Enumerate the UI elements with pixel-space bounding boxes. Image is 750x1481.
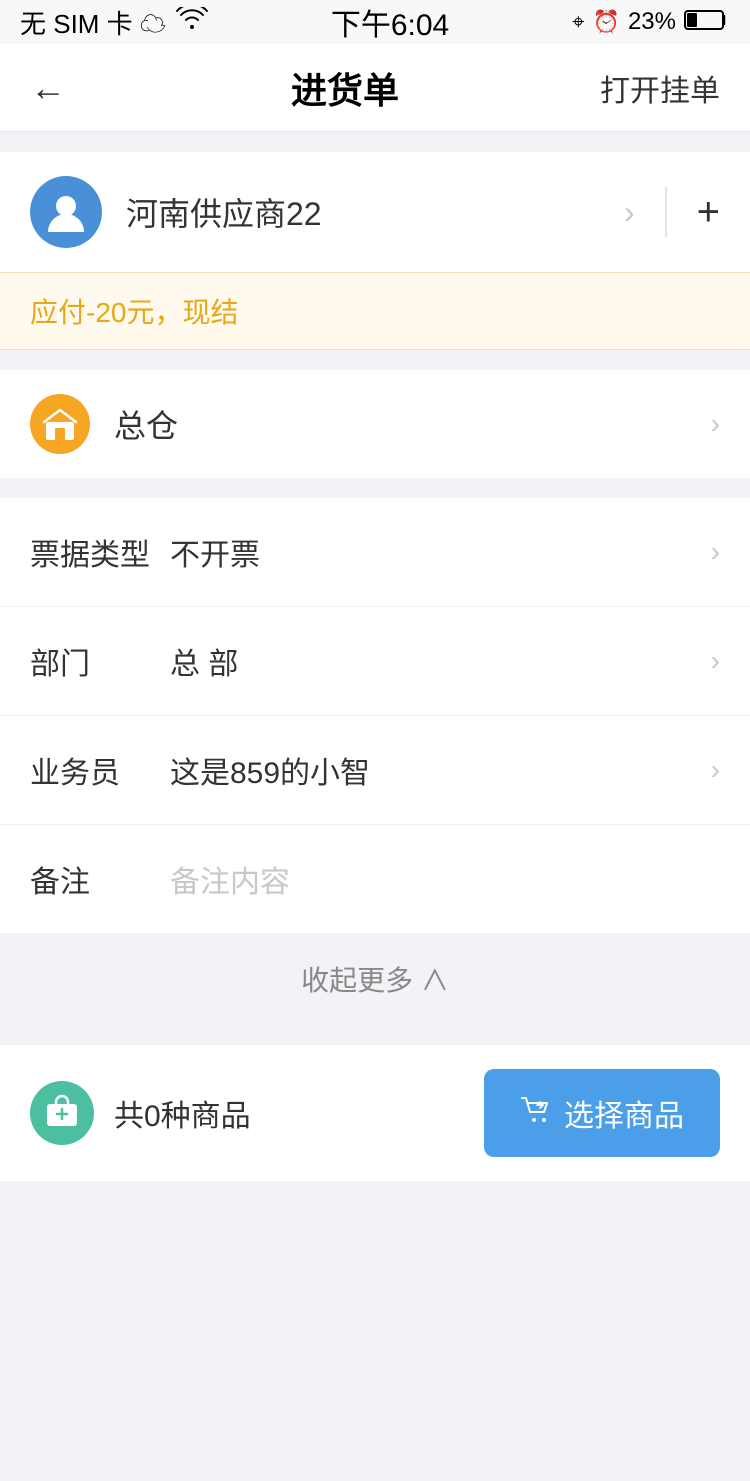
supplier-chevron-icon: › bbox=[624, 194, 635, 231]
section-gap-1 bbox=[0, 350, 750, 370]
supplier-name: 河南供应商22 bbox=[126, 189, 624, 235]
warehouse-section[interactable]: 总仓 › bbox=[0, 370, 750, 478]
content-area: 河南供应商22 › + 应付-20元，现结 总仓 › 票据类型 bbox=[0, 132, 750, 1481]
salesman-label: 业务员 bbox=[30, 748, 170, 792]
alarm-icon: ⏰ bbox=[593, 9, 620, 35]
remark-input[interactable]: 备注内容 bbox=[170, 857, 720, 901]
supplier-section: 河南供应商22 › + 应付-20元，现结 bbox=[0, 152, 750, 350]
department-label: 部门 bbox=[30, 639, 170, 683]
sim-text: 无 SIM 卡 ☁ bbox=[20, 4, 166, 41]
select-product-label: 选择商品 bbox=[564, 1091, 684, 1135]
supplier-avatar bbox=[30, 176, 102, 248]
salesman-row[interactable]: 业务员 这是859的小智 › bbox=[0, 716, 750, 825]
cart-icon bbox=[520, 1096, 552, 1131]
warehouse-chevron-icon: › bbox=[711, 408, 720, 440]
remark-row[interactable]: 备注 备注内容 bbox=[0, 825, 750, 933]
select-product-button[interactable]: 选择商品 bbox=[484, 1069, 720, 1157]
location-icon: ⌖ bbox=[572, 9, 584, 35]
department-value: 总 部 bbox=[170, 639, 711, 683]
invoice-value: 不开票 bbox=[170, 530, 711, 574]
add-supplier-button[interactable]: + bbox=[697, 190, 720, 235]
page-background bbox=[0, 1181, 750, 1481]
wifi-icon bbox=[176, 6, 208, 38]
supplier-divider bbox=[665, 187, 667, 237]
status-left: 无 SIM 卡 ☁ bbox=[20, 4, 208, 41]
product-icon bbox=[30, 1081, 94, 1145]
battery-icon bbox=[684, 7, 730, 38]
bottom-section: 共0种商品 选择商品 bbox=[0, 1045, 750, 1181]
status-right: ⌖ ⏰ 23% bbox=[572, 7, 730, 38]
supplier-row[interactable]: 河南供应商22 › + bbox=[0, 152, 750, 272]
page-title: 进货单 bbox=[291, 62, 399, 114]
invoice-row[interactable]: 票据类型 不开票 › bbox=[0, 498, 750, 607]
invoice-label: 票据类型 bbox=[30, 530, 170, 574]
warning-banner: 应付-20元，现结 bbox=[0, 272, 750, 350]
warehouse-icon bbox=[30, 394, 90, 454]
battery-text: 23% bbox=[628, 8, 676, 36]
nav-bar: ← 进货单 打开挂单 bbox=[0, 44, 750, 132]
collapse-row: 收起更多 ∧ bbox=[0, 933, 750, 1025]
salesman-value: 这是859的小智 bbox=[170, 748, 711, 792]
department-chevron-icon: › bbox=[711, 645, 720, 677]
collapse-button[interactable]: 收起更多 ∧ bbox=[301, 959, 449, 999]
warehouse-name: 总仓 bbox=[114, 401, 711, 447]
invoice-chevron-icon: › bbox=[711, 536, 720, 568]
status-bar: 无 SIM 卡 ☁ 下午6:04 ⌖ ⏰ 23% bbox=[0, 0, 750, 44]
status-time: 下午6:04 bbox=[331, 0, 449, 44]
product-count: 共0种商品 bbox=[114, 1091, 484, 1135]
open-pending-button[interactable]: 打开挂单 bbox=[600, 66, 720, 110]
form-section: 票据类型 不开票 › 部门 总 部 › 业务员 这是859的小智 › 备注 备注… bbox=[0, 498, 750, 933]
section-gap-2 bbox=[0, 478, 750, 498]
department-row[interactable]: 部门 总 部 › bbox=[0, 607, 750, 716]
warehouse-row[interactable]: 总仓 › bbox=[0, 370, 750, 478]
back-button[interactable]: ← bbox=[30, 67, 90, 109]
salesman-chevron-icon: › bbox=[711, 754, 720, 786]
remark-label: 备注 bbox=[30, 857, 170, 901]
